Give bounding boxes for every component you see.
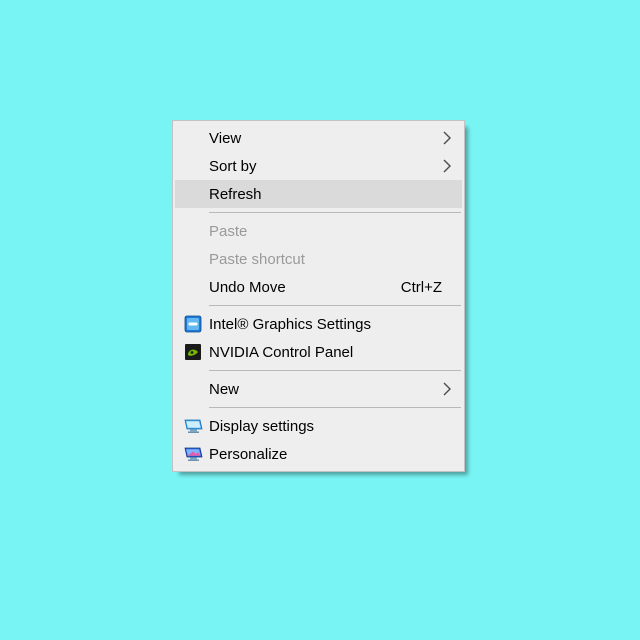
chevron-right-icon bbox=[443, 159, 452, 173]
chevron-right-icon bbox=[443, 382, 452, 396]
menu-item-label: New bbox=[207, 381, 454, 398]
icon-slot bbox=[179, 219, 207, 243]
menu-separator bbox=[209, 370, 461, 371]
chevron-right-icon bbox=[443, 131, 452, 145]
menu-item-label: Paste bbox=[207, 223, 454, 240]
menu-item-paste-shortcut: Paste shortcut bbox=[175, 245, 462, 273]
menu-item-personalize[interactable]: Personalize bbox=[175, 440, 462, 468]
menu-item-label: Paste shortcut bbox=[207, 251, 454, 268]
menu-item-label: View bbox=[207, 130, 454, 147]
icon-slot bbox=[179, 154, 207, 178]
menu-item-sort-by[interactable]: Sort by bbox=[175, 152, 462, 180]
menu-separator bbox=[209, 407, 461, 408]
menu-item-refresh[interactable]: Refresh bbox=[175, 180, 462, 208]
nvidia-icon bbox=[179, 340, 207, 364]
menu-item-nvidia-control-panel[interactable]: NVIDIA Control Panel bbox=[175, 338, 462, 366]
icon-slot bbox=[179, 182, 207, 206]
menu-item-intel-graphics[interactable]: Intel® Graphics Settings bbox=[175, 310, 462, 338]
icon-slot bbox=[179, 377, 207, 401]
menu-separator bbox=[209, 305, 461, 306]
menu-item-label: Personalize bbox=[207, 446, 454, 463]
icon-slot bbox=[179, 275, 207, 299]
icon-slot bbox=[179, 247, 207, 271]
menu-item-label: Intel® Graphics Settings bbox=[207, 316, 454, 333]
intel-icon bbox=[179, 312, 207, 336]
menu-item-view[interactable]: View bbox=[175, 124, 462, 152]
menu-item-label: Display settings bbox=[207, 418, 454, 435]
personalize-icon bbox=[179, 442, 207, 466]
menu-item-label: Sort by bbox=[207, 158, 454, 175]
menu-item-label: Refresh bbox=[207, 186, 454, 203]
menu-item-shortcut: Ctrl+Z bbox=[401, 279, 442, 296]
menu-item-paste: Paste bbox=[175, 217, 462, 245]
menu-item-label: Undo Move bbox=[207, 279, 401, 296]
display-icon bbox=[179, 414, 207, 438]
desktop-context-menu: View Sort by Refresh Paste Paste shortcu… bbox=[172, 120, 465, 472]
menu-item-new[interactable]: New bbox=[175, 375, 462, 403]
menu-separator bbox=[209, 212, 461, 213]
menu-item-label: NVIDIA Control Panel bbox=[207, 344, 454, 361]
menu-item-display-settings[interactable]: Display settings bbox=[175, 412, 462, 440]
icon-slot bbox=[179, 126, 207, 150]
menu-item-undo-move[interactable]: Undo Move Ctrl+Z bbox=[175, 273, 462, 301]
